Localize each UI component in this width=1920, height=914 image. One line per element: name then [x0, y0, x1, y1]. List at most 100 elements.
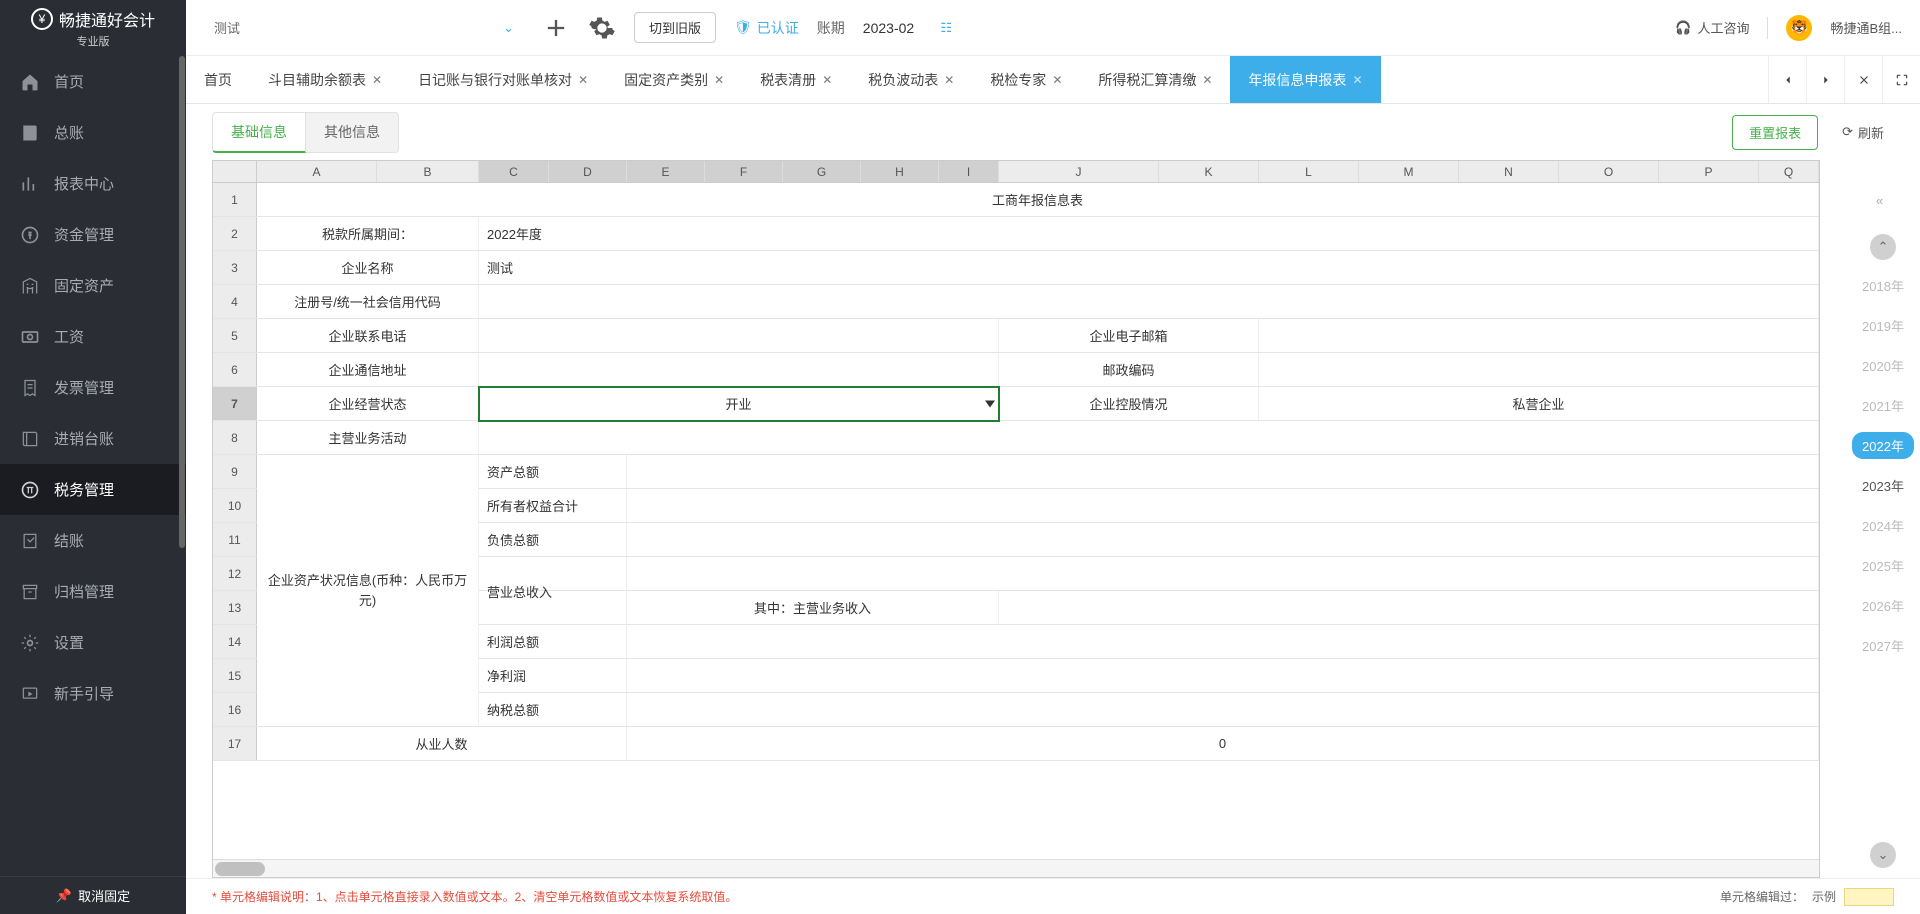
year-2025年[interactable]: 2025年: [1852, 552, 1914, 579]
row-header-7[interactable]: 7: [213, 387, 257, 420]
sidebar-item-9[interactable]: 结账: [0, 515, 186, 566]
reg-no-value[interactable]: [479, 285, 1819, 318]
sidebar-item-5[interactable]: 工资: [0, 311, 186, 362]
email-value[interactable]: [1259, 319, 1819, 352]
close-icon[interactable]: ✕: [714, 73, 724, 87]
tab-6[interactable]: 税检专家✕: [972, 56, 1080, 103]
year-2027年[interactable]: 2027年: [1852, 632, 1914, 659]
year-collapse[interactable]: «: [1876, 170, 1890, 230]
tab-scroll-right[interactable]: [1806, 56, 1844, 103]
col-header-N[interactable]: N: [1459, 161, 1559, 182]
tab-7[interactable]: 所得税汇算清缴✕: [1080, 56, 1230, 103]
value-cell[interactable]: [627, 693, 1819, 726]
sidebar-item-3[interactable]: 资金管理: [0, 209, 186, 260]
spreadsheet[interactable]: ABCDEFGHIJKLMNOPQ 1工商年报信息表2税款所属期间：2022年度…: [212, 160, 1820, 878]
value-cell[interactable]: [627, 625, 1819, 658]
col-header-H[interactable]: H: [861, 161, 939, 182]
year-2022年[interactable]: 2022年: [1852, 432, 1914, 459]
year-2018年[interactable]: 2018年: [1852, 272, 1914, 299]
col-header-K[interactable]: K: [1159, 161, 1259, 182]
dropdown-icon[interactable]: [985, 400, 995, 407]
year-scroll-down[interactable]: ⌄: [1870, 842, 1896, 868]
close-icon[interactable]: ✕: [944, 73, 954, 87]
sidebar-item-12[interactable]: 新手引导: [0, 668, 186, 719]
tab-4[interactable]: 税表清册✕: [742, 56, 850, 103]
sidebar-item-0[interactable]: 首页: [0, 56, 186, 107]
tab-1[interactable]: 斗目辅助余额表✕: [250, 56, 400, 103]
phone-value[interactable]: [479, 319, 999, 352]
pin-toggle[interactable]: 📌 取消固定: [0, 876, 186, 914]
value-cell[interactable]: [627, 523, 1819, 556]
period-value[interactable]: 2022年度: [479, 217, 1819, 250]
close-icon[interactable]: ✕: [578, 73, 588, 87]
row-header-15[interactable]: 15: [213, 659, 257, 692]
row-header-14[interactable]: 14: [213, 625, 257, 658]
col-header-O[interactable]: O: [1559, 161, 1659, 182]
row-header-2[interactable]: 2: [213, 217, 257, 250]
value-cell[interactable]: [627, 659, 1819, 692]
year-2024年[interactable]: 2024年: [1852, 512, 1914, 539]
add-button[interactable]: [542, 14, 570, 42]
tab-scroll-left[interactable]: [1768, 56, 1806, 103]
main-biz-value[interactable]: [479, 421, 1819, 454]
row-header-3[interactable]: 3: [213, 251, 257, 284]
col-header-E[interactable]: E: [627, 161, 705, 182]
row-header-1[interactable]: 1: [213, 183, 257, 216]
row-header-6[interactable]: 6: [213, 353, 257, 386]
year-2026年[interactable]: 2026年: [1852, 592, 1914, 619]
col-header-Q[interactable]: Q: [1759, 161, 1819, 182]
year-2019年[interactable]: 2019年: [1852, 312, 1914, 339]
subtab-1[interactable]: 其他信息: [306, 112, 399, 153]
old-version-button[interactable]: 切到旧版: [634, 12, 716, 43]
row-header-17[interactable]: 17: [213, 727, 257, 760]
year-2023年[interactable]: 2023年: [1852, 472, 1914, 499]
col-header-I[interactable]: I: [939, 161, 999, 182]
row-header-8[interactable]: 8: [213, 421, 257, 454]
holding-value[interactable]: 私营企业: [1259, 387, 1819, 420]
close-icon[interactable]: ✕: [1352, 73, 1362, 87]
refresh-button[interactable]: ⟳ 刷新: [1832, 116, 1894, 149]
col-header-P[interactable]: P: [1659, 161, 1759, 182]
company-select[interactable]: 测试 ⌄: [204, 11, 524, 45]
tab-8[interactable]: 年报信息申报表✕: [1230, 56, 1380, 103]
year-2021年[interactable]: 2021年: [1852, 392, 1914, 419]
col-header-B[interactable]: B: [377, 161, 479, 182]
support-button[interactable]: 🎧 人工咨询: [1675, 18, 1749, 37]
horizontal-scrollbar[interactable]: [213, 859, 1819, 877]
settings-icon[interactable]: [588, 14, 616, 42]
col-header-C[interactable]: C: [479, 161, 549, 182]
year-scroll-up[interactable]: ⌃: [1870, 234, 1896, 260]
sidebar-item-2[interactable]: 报表中心: [0, 158, 186, 209]
calendar-icon[interactable]: ☷: [932, 14, 960, 42]
sidebar-item-6[interactable]: 发票管理: [0, 362, 186, 413]
tab-0[interactable]: 首页: [186, 56, 250, 103]
employee-value[interactable]: 0: [627, 727, 1819, 760]
sidebar-scrollbar[interactable]: [178, 56, 186, 876]
tab-close-all[interactable]: [1844, 56, 1882, 103]
col-header-G[interactable]: G: [783, 161, 861, 182]
col-header-F[interactable]: F: [705, 161, 783, 182]
company-name-value[interactable]: 测试: [479, 251, 1819, 284]
close-icon[interactable]: ✕: [1052, 73, 1062, 87]
row-header-9[interactable]: 9: [213, 455, 257, 488]
reset-button[interactable]: 重置报表: [1732, 115, 1818, 150]
value-cell[interactable]: [627, 557, 1819, 590]
row-header-5[interactable]: 5: [213, 319, 257, 352]
col-header-J[interactable]: J: [999, 161, 1159, 182]
row-header-10[interactable]: 10: [213, 489, 257, 522]
select-all-corner[interactable]: [213, 161, 257, 182]
row-header-13[interactable]: 13: [213, 591, 257, 624]
close-icon[interactable]: ✕: [372, 73, 382, 87]
col-header-L[interactable]: L: [1259, 161, 1359, 182]
sidebar-item-10[interactable]: 归档管理: [0, 566, 186, 617]
username[interactable]: 畅捷通B组...: [1830, 18, 1902, 37]
address-value[interactable]: [479, 353, 999, 386]
tab-2[interactable]: 日记账与银行对账单核对✕: [400, 56, 606, 103]
row-header-16[interactable]: 16: [213, 693, 257, 726]
avatar[interactable]: 🐯: [1786, 15, 1812, 41]
value-cell[interactable]: [999, 591, 1819, 624]
col-header-M[interactable]: M: [1359, 161, 1459, 182]
subtab-0[interactable]: 基础信息: [212, 112, 306, 153]
sidebar-item-8[interactable]: 税务管理: [0, 464, 186, 515]
value-cell[interactable]: [627, 455, 1819, 488]
